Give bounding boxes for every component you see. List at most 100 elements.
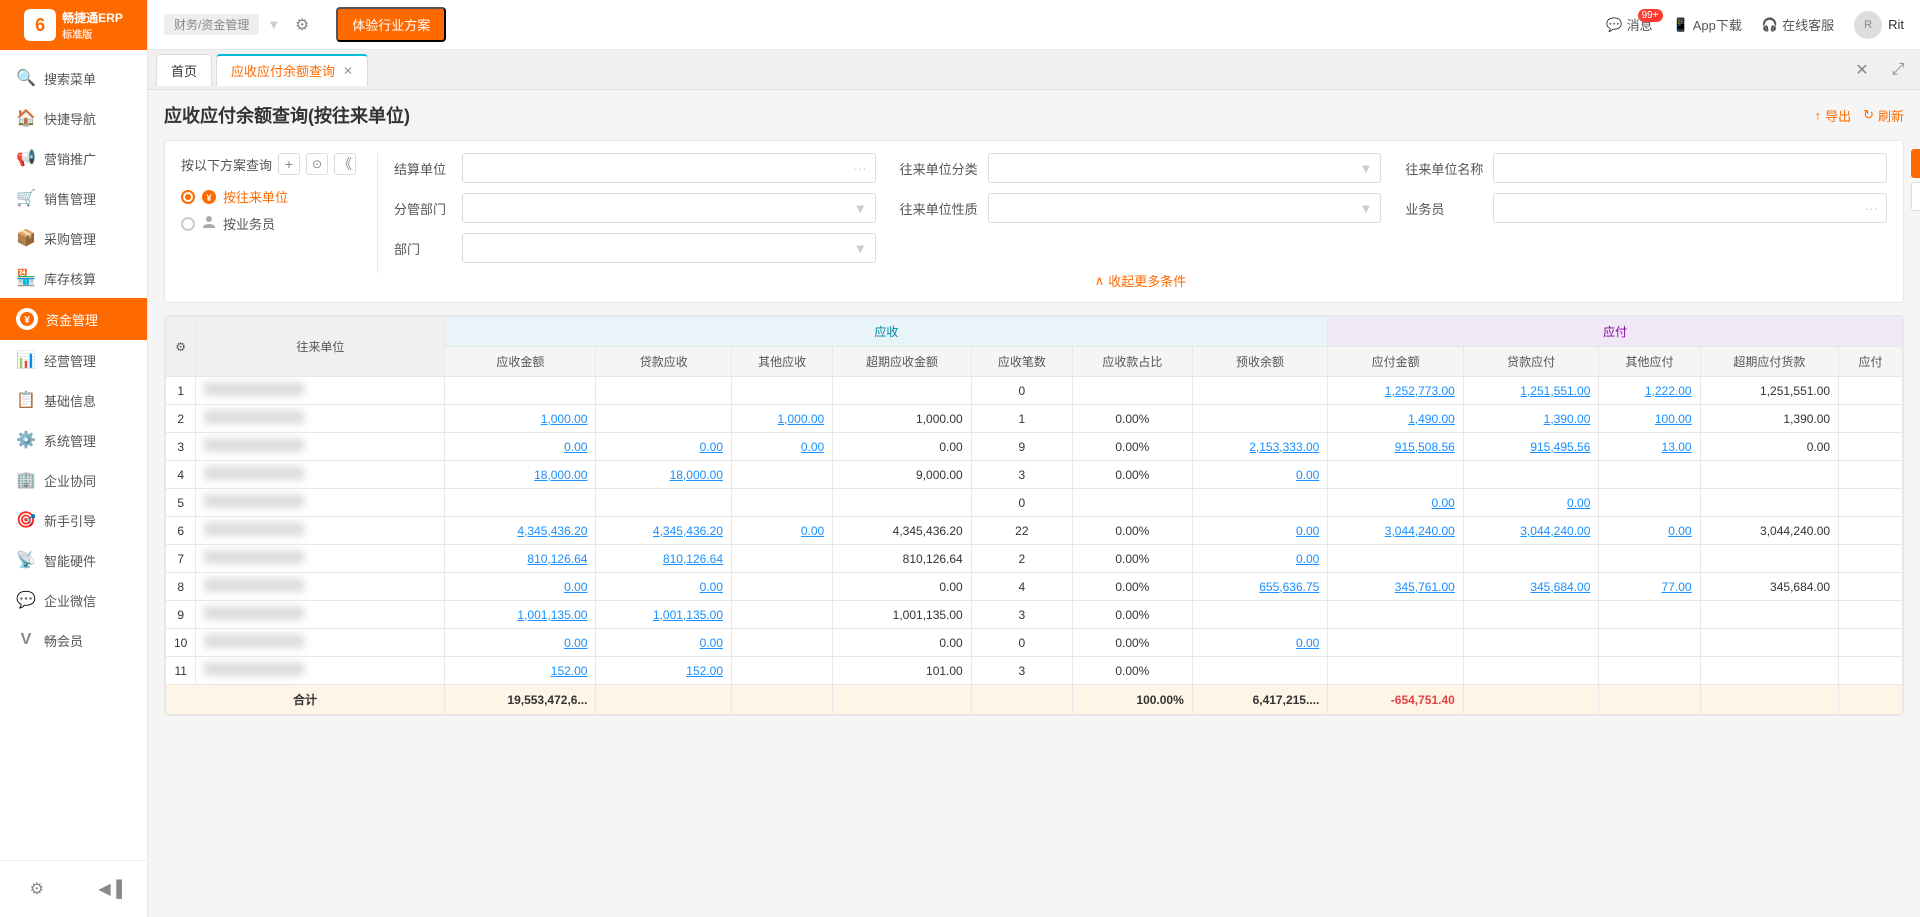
ar-loan-cell[interactable]: 0.00 xyxy=(596,573,732,601)
setting-button[interactable]: 设置 xyxy=(1911,182,1920,211)
edit-scheme-btn[interactable]: ⊙ xyxy=(306,153,328,175)
ar-other-cell[interactable] xyxy=(732,601,833,629)
ar-loan-cell[interactable]: 1,001,135.00 xyxy=(596,601,732,629)
ap-other-cell[interactable] xyxy=(1599,657,1700,685)
promo-button[interactable]: 体验行业方案 xyxy=(336,7,446,42)
refresh-button[interactable]: ↻ 刷新 xyxy=(1863,106,1904,125)
ap-amount-cell[interactable]: 3,044,240.00 xyxy=(1328,517,1464,545)
ap-amount-cell[interactable]: 915,508.56 xyxy=(1328,433,1464,461)
sidebar-settings-btn[interactable]: ⚙ xyxy=(19,871,55,907)
prepaid-cell[interactable]: 0.00 xyxy=(1192,517,1328,545)
ap-loan-cell[interactable]: 345,684.00 xyxy=(1463,573,1599,601)
ar-loan-cell[interactable] xyxy=(596,405,732,433)
sidebar-collapse-btn[interactable]: ◀▐ xyxy=(92,871,128,907)
ar-amount-cell[interactable]: 0.00 xyxy=(445,629,596,657)
settlement-unit-input[interactable]: ··· xyxy=(462,153,876,183)
partner-nature-input[interactable]: ▼ xyxy=(988,193,1382,223)
ap-loan-cell[interactable] xyxy=(1463,657,1599,685)
query-button[interactable]: 查询 xyxy=(1911,149,1920,178)
ap-other-cell[interactable] xyxy=(1599,629,1700,657)
ar-amount-cell[interactable]: 18,000.00 xyxy=(445,461,596,489)
tab-close-icon[interactable]: ✕ xyxy=(343,64,353,78)
sidebar-item-marketing[interactable]: 📢 营销推广 xyxy=(0,138,147,178)
ar-other-cell[interactable] xyxy=(732,629,833,657)
scheme-option-partner[interactable]: ¥ 按往来单位 xyxy=(181,187,361,206)
ar-amount-cell[interactable]: 152.00 xyxy=(445,657,596,685)
prepaid-cell[interactable]: 0.00 xyxy=(1192,629,1328,657)
ap-amount-cell[interactable] xyxy=(1328,629,1464,657)
ap-other-cell[interactable]: 13.00 xyxy=(1599,433,1700,461)
ap-loan-cell[interactable] xyxy=(1463,461,1599,489)
sidebar-item-purchase[interactable]: 📦 采购管理 xyxy=(0,218,147,258)
ar-amount-cell[interactable]: 1,000.00 xyxy=(445,405,596,433)
ar-other-cell[interactable] xyxy=(732,377,833,405)
ar-loan-cell[interactable] xyxy=(596,489,732,517)
sidebar-item-hardware[interactable]: 📡 智能硬件 xyxy=(0,540,147,580)
prepaid-cell[interactable]: 0.00 xyxy=(1192,545,1328,573)
ar-other-cell[interactable] xyxy=(732,489,833,517)
ap-other-cell[interactable] xyxy=(1599,461,1700,489)
sidebar-item-operations[interactable]: 📊 经营管理 xyxy=(0,340,147,380)
tab-home[interactable]: 首页 xyxy=(156,54,212,86)
message-btn[interactable]: 💬 消息 99+ xyxy=(1606,15,1652,34)
ap-loan-cell[interactable] xyxy=(1463,629,1599,657)
dept-input[interactable]: ▼ xyxy=(462,233,876,263)
ar-loan-cell[interactable] xyxy=(596,377,732,405)
ar-amount-cell[interactable]: 1,001,135.00 xyxy=(445,601,596,629)
ap-amount-cell[interactable]: 1,490.00 xyxy=(1328,405,1464,433)
ar-loan-cell[interactable]: 0.00 xyxy=(596,629,732,657)
ap-amount-cell[interactable] xyxy=(1328,601,1464,629)
ap-loan-cell[interactable]: 1,251,551.00 xyxy=(1463,377,1599,405)
ar-other-cell[interactable]: 0.00 xyxy=(732,517,833,545)
ap-amount-cell[interactable]: 345,761.00 xyxy=(1328,573,1464,601)
prepaid-cell[interactable] xyxy=(1192,489,1328,517)
tab-ar-ap[interactable]: 应收应付余额查询 ✕ xyxy=(216,54,368,86)
ar-amount-cell[interactable]: 0.00 xyxy=(445,573,596,601)
sidebar-item-sales[interactable]: 🛒 销售管理 xyxy=(0,178,147,218)
ap-amount-cell[interactable]: 1,252,773.00 xyxy=(1328,377,1464,405)
ar-loan-cell[interactable]: 18,000.00 xyxy=(596,461,732,489)
prepaid-cell[interactable] xyxy=(1192,405,1328,433)
user-menu[interactable]: R Rit xyxy=(1854,11,1904,39)
table-settings-col[interactable]: ⚙ xyxy=(166,317,196,377)
ap-amount-cell[interactable] xyxy=(1328,657,1464,685)
export-button[interactable]: ↑ 导出 xyxy=(1815,106,1852,125)
online-service-btn[interactable]: 🎧 在线客服 xyxy=(1762,15,1834,34)
expand-icon[interactable]: ⤢ xyxy=(1884,56,1912,84)
ap-amount-cell[interactable]: 0.00 xyxy=(1328,489,1464,517)
sidebar-item-finance[interactable]: ¥ 资金管理 xyxy=(0,298,147,340)
sidebar-item-quick-nav[interactable]: 🏠 快捷导航 xyxy=(0,98,147,138)
ap-other-cell[interactable]: 1,222.00 xyxy=(1599,377,1700,405)
ap-amount-cell[interactable] xyxy=(1328,545,1464,573)
ar-amount-cell[interactable] xyxy=(445,377,596,405)
ar-amount-cell[interactable]: 0.00 xyxy=(445,433,596,461)
sidebar-item-system[interactable]: ⚙️ 系统管理 xyxy=(0,420,147,460)
gear-icon[interactable]: ⚙ xyxy=(288,11,316,39)
ap-amount-cell[interactable] xyxy=(1328,461,1464,489)
ar-other-cell[interactable]: 0.00 xyxy=(732,433,833,461)
ap-loan-cell[interactable] xyxy=(1463,545,1599,573)
ar-loan-cell[interactable]: 810,126.64 xyxy=(596,545,732,573)
ap-other-cell[interactable]: 100.00 xyxy=(1599,405,1700,433)
collapse-btn[interactable]: ∧ 收起更多条件 xyxy=(1095,271,1187,290)
sidebar-item-guide[interactable]: 🎯 新手引导 xyxy=(0,500,147,540)
prepaid-cell[interactable] xyxy=(1192,377,1328,405)
ar-other-cell[interactable]: 1,000.00 xyxy=(732,405,833,433)
ap-other-cell[interactable] xyxy=(1599,601,1700,629)
close-window-icon[interactable]: ✕ xyxy=(1848,56,1876,84)
ar-loan-cell[interactable]: 0.00 xyxy=(596,433,732,461)
sidebar-item-corp[interactable]: 🏢 企业协同 xyxy=(0,460,147,500)
prepaid-cell[interactable] xyxy=(1192,601,1328,629)
ap-loan-cell[interactable] xyxy=(1463,601,1599,629)
ap-loan-cell[interactable]: 3,044,240.00 xyxy=(1463,517,1599,545)
sidebar-item-inventory[interactable]: 🏪 库存核算 xyxy=(0,258,147,298)
ap-other-cell[interactable] xyxy=(1599,489,1700,517)
ap-other-cell[interactable]: 0.00 xyxy=(1599,517,1700,545)
partner-name-input[interactable] xyxy=(1493,153,1887,183)
collapse-scheme-btn[interactable]: 《 xyxy=(334,153,356,175)
ar-loan-cell[interactable]: 152.00 xyxy=(596,657,732,685)
ap-loan-cell[interactable]: 1,390.00 xyxy=(1463,405,1599,433)
ap-other-cell[interactable]: 77.00 xyxy=(1599,573,1700,601)
ap-loan-cell[interactable]: 915,495.56 xyxy=(1463,433,1599,461)
prepaid-cell[interactable]: 0.00 xyxy=(1192,461,1328,489)
